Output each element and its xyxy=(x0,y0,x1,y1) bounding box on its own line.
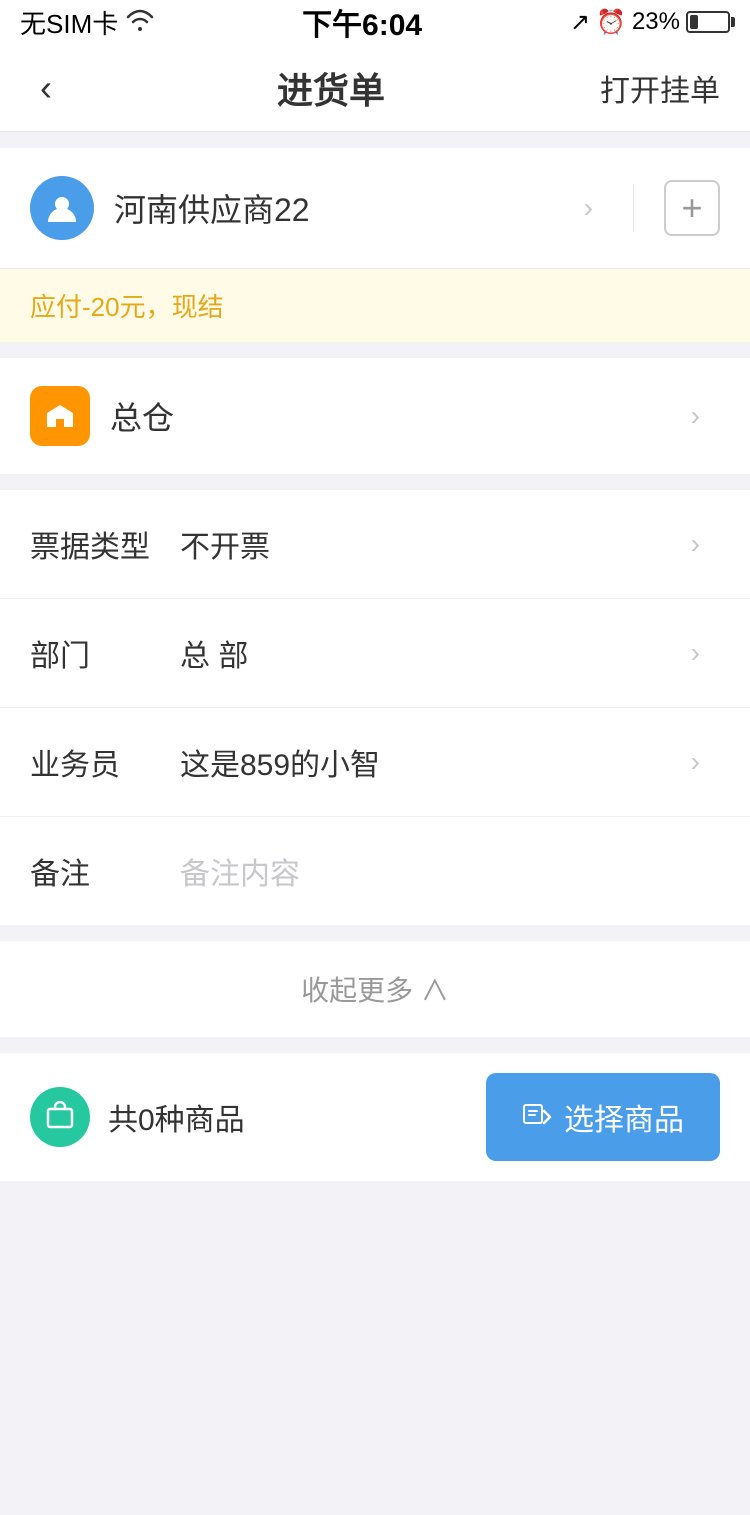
status-bar: 无SIM卡 下午6:04 ↗ ⏰ 23% xyxy=(0,0,750,44)
status-right: ↗ ⏰ 23% xyxy=(570,8,730,37)
department-chevron-icon: › xyxy=(691,637,700,669)
supplier-card: 河南供应商22 › + 应付-20元，现结 xyxy=(0,148,750,342)
form-card: 票据类型 不开票 › 部门 总 部 › 业务员 这是859的小智 › 备注 备注… xyxy=(0,490,750,925)
department-value: 总 部 xyxy=(180,631,691,675)
remark-input[interactable]: 备注内容 xyxy=(180,849,720,893)
salesman-row[interactable]: 业务员 这是859的小智 › xyxy=(0,708,750,817)
product-count-text: 共0种商品 xyxy=(108,1095,245,1139)
remark-row[interactable]: 备注 备注内容 xyxy=(0,817,750,925)
collapse-button[interactable]: 收起更多 ∧ xyxy=(0,941,750,1037)
salesman-label: 业务员 xyxy=(30,740,160,784)
warehouse-card[interactable]: 总仓 › xyxy=(0,358,750,474)
product-count-icon xyxy=(30,1087,90,1147)
product-count-wrapper: 共0种商品 xyxy=(30,1087,245,1147)
bottom-bar: 共0种商品 选择商品 xyxy=(0,1053,750,1181)
notice-text: 应付-20元，现结 xyxy=(30,292,224,322)
open-pending-button[interactable]: 打开挂单 xyxy=(600,66,720,110)
warehouse-row[interactable]: 总仓 › xyxy=(0,358,750,474)
alarm-icon: ⏰ xyxy=(596,8,626,37)
select-product-label: 选择商品 xyxy=(564,1095,684,1139)
battery-percent: 23% xyxy=(632,8,680,36)
collapse-label: 收起更多 ∧ xyxy=(301,975,449,1006)
warehouse-name: 总仓 xyxy=(110,393,691,439)
carrier-text: 无SIM卡 xyxy=(20,4,118,41)
wifi-icon xyxy=(126,7,154,38)
supplier-row[interactable]: 河南供应商22 › + xyxy=(0,148,750,269)
salesman-chevron-icon: › xyxy=(691,746,700,778)
invoice-type-value: 不开票 xyxy=(180,522,691,566)
warehouse-icon xyxy=(30,386,90,446)
nav-bar: ‹ 进货单 打开挂单 xyxy=(0,44,750,132)
location-icon: ↗ xyxy=(570,8,590,37)
supplier-divider xyxy=(633,184,634,232)
notice-bar: 应付-20元，现结 xyxy=(0,269,750,342)
status-left: 无SIM卡 xyxy=(20,4,154,41)
invoice-type-label: 票据类型 xyxy=(30,522,160,566)
add-supplier-button[interactable]: + xyxy=(664,180,720,236)
warehouse-chevron-icon: › xyxy=(691,400,700,432)
salesman-value: 这是859的小智 xyxy=(180,740,691,784)
select-product-button[interactable]: 选择商品 xyxy=(486,1073,720,1161)
gray-background xyxy=(0,1181,750,1515)
invoice-type-row[interactable]: 票据类型 不开票 › xyxy=(0,490,750,599)
department-label: 部门 xyxy=(30,631,160,675)
status-time: 下午6:04 xyxy=(302,0,422,44)
supplier-avatar xyxy=(30,176,94,240)
supplier-chevron-icon: › xyxy=(584,192,593,224)
top-spacer xyxy=(0,132,750,148)
supplier-name: 河南供应商22 xyxy=(114,185,584,231)
invoice-chevron-icon: › xyxy=(691,528,700,560)
select-product-icon xyxy=(522,1101,552,1134)
department-row[interactable]: 部门 总 部 › xyxy=(0,599,750,708)
battery-fill xyxy=(690,15,698,29)
remark-label: 备注 xyxy=(30,849,160,893)
battery-icon xyxy=(686,11,730,33)
content-area: 河南供应商22 › + 应付-20元，现结 总仓 › 票据类型 不开票 xyxy=(0,132,750,1515)
back-button[interactable]: ‹ xyxy=(30,57,62,119)
page-title: 进货单 xyxy=(277,62,385,114)
